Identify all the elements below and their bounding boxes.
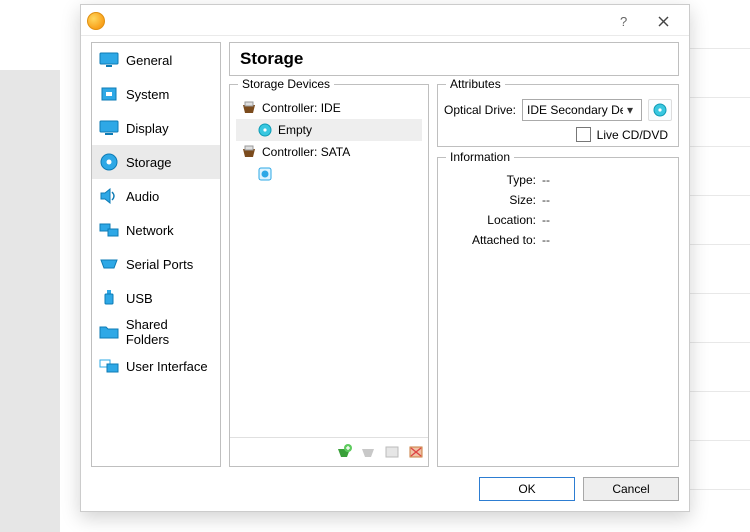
- cancel-button[interactable]: Cancel: [583, 477, 679, 501]
- page-title-box: Storage: [229, 42, 679, 76]
- info-key: Size:: [444, 193, 542, 207]
- settings-sidebar: General System Display: [91, 42, 221, 467]
- attributes-label: Attributes: [446, 77, 505, 91]
- close-icon: [658, 16, 669, 27]
- titlebar-help-button[interactable]: ?: [603, 9, 643, 33]
- sidebar-item-usb[interactable]: USB: [92, 281, 220, 315]
- speaker-icon: [98, 187, 120, 205]
- network-icon: [98, 221, 120, 239]
- usb-icon: [98, 289, 120, 307]
- chevron-down-icon: ▾: [623, 103, 637, 117]
- info-row-type: Type: --: [444, 170, 672, 190]
- dialog-footer: OK Cancel: [81, 471, 689, 511]
- disc-icon: [256, 122, 274, 138]
- sidebar-item-general[interactable]: General: [92, 43, 220, 77]
- remove-controller-button[interactable]: [358, 442, 378, 462]
- info-value: --: [542, 213, 550, 227]
- svg-text:?: ?: [620, 14, 627, 28]
- storage-disk-icon: [98, 153, 120, 171]
- info-value: --: [542, 173, 550, 187]
- remove-attachment-icon: [408, 444, 424, 460]
- info-key: Attached to:: [444, 233, 542, 247]
- sidebar-item-label: Serial Ports: [126, 257, 193, 272]
- sidebar-item-storage[interactable]: Storage: [92, 145, 220, 179]
- info-key: Type:: [444, 173, 542, 187]
- information-group: Information Type: -- Size: --: [437, 157, 679, 467]
- info-row-attached: Attached to: --: [444, 230, 672, 250]
- controller-icon: [240, 100, 258, 116]
- add-controller-button[interactable]: [334, 442, 354, 462]
- sidebar-item-label: Display: [126, 121, 169, 136]
- sidebar-item-system[interactable]: System: [92, 77, 220, 111]
- info-value: --: [542, 233, 550, 247]
- add-controller-icon: [336, 444, 352, 460]
- display-icon: [98, 119, 120, 137]
- sidebar-item-serial[interactable]: Serial Ports: [92, 247, 220, 281]
- tree-label: Empty: [278, 123, 312, 137]
- sidebar-item-network[interactable]: Network: [92, 213, 220, 247]
- background-lines-right: [690, 0, 750, 532]
- sidebar-item-label: USB: [126, 291, 153, 306]
- sidebar-item-label: Storage: [126, 155, 172, 170]
- sidebar-item-label: Network: [126, 223, 174, 238]
- remove-attachment-button[interactable]: [406, 442, 426, 462]
- storage-tree-toolbar: [230, 437, 428, 466]
- info-key: Location:: [444, 213, 542, 227]
- sidebar-item-shared-folders[interactable]: Shared Folders: [92, 315, 220, 349]
- live-cd-label: Live CD/DVD: [597, 128, 668, 142]
- tree-label: Controller: IDE: [262, 101, 341, 115]
- sidebar-item-user-interface[interactable]: User Interface: [92, 349, 220, 383]
- sidebar-item-label: User Interface: [126, 359, 208, 374]
- info-row-size: Size: --: [444, 190, 672, 210]
- storage-devices-group: Storage Devices Controller: IDE: [229, 84, 429, 467]
- tree-controller-ide[interactable]: Controller: IDE: [236, 97, 422, 119]
- sidebar-item-label: General: [126, 53, 172, 68]
- tree-controller-sata[interactable]: Controller: SATA: [236, 141, 422, 163]
- info-row-location: Location: --: [444, 210, 672, 230]
- background-panel-left: [0, 70, 60, 532]
- storage-devices-label: Storage Devices: [238, 77, 334, 91]
- add-attachment-button[interactable]: [382, 442, 402, 462]
- monitor-icon: [98, 51, 120, 69]
- folder-icon: [98, 323, 120, 341]
- attributes-group: Attributes Optical Drive: IDE Secondary …: [437, 84, 679, 147]
- controller-icon: [240, 144, 258, 160]
- choose-disk-button[interactable]: [648, 99, 672, 121]
- page-title: Storage: [240, 49, 668, 69]
- tree-sata-disk[interactable]: [236, 163, 422, 185]
- information-label: Information: [446, 150, 514, 164]
- sidebar-item-display[interactable]: Display: [92, 111, 220, 145]
- window-icon: [98, 357, 120, 375]
- hdd-icon: [256, 166, 274, 182]
- live-cd-checkbox[interactable]: [576, 127, 591, 142]
- optical-drive-select[interactable]: IDE Secondary Devic ▾: [522, 99, 642, 121]
- optical-drive-value: IDE Secondary Devic: [527, 103, 623, 117]
- sidebar-item-label: System: [126, 87, 169, 102]
- settings-dialog: ? General: [80, 4, 690, 512]
- ok-button[interactable]: OK: [479, 477, 575, 501]
- disc-icon: [653, 103, 667, 117]
- titlebar-close-button[interactable]: [643, 9, 683, 33]
- tree-label: Controller: SATA: [262, 145, 350, 159]
- storage-tree[interactable]: Controller: IDE Empty: [236, 97, 422, 437]
- remove-controller-icon: [360, 444, 376, 460]
- tree-ide-empty[interactable]: Empty: [236, 119, 422, 141]
- app-icon: [87, 12, 105, 30]
- chip-icon: [98, 85, 120, 103]
- sidebar-item-label: Audio: [126, 189, 159, 204]
- titlebar: ?: [81, 5, 689, 36]
- optical-drive-label: Optical Drive:: [444, 103, 516, 117]
- info-value: --: [542, 193, 550, 207]
- add-attachment-icon: [384, 444, 400, 460]
- serial-port-icon: [98, 255, 120, 273]
- help-icon: ?: [617, 14, 629, 28]
- sidebar-item-audio[interactable]: Audio: [92, 179, 220, 213]
- sidebar-item-label: Shared Folders: [126, 317, 214, 347]
